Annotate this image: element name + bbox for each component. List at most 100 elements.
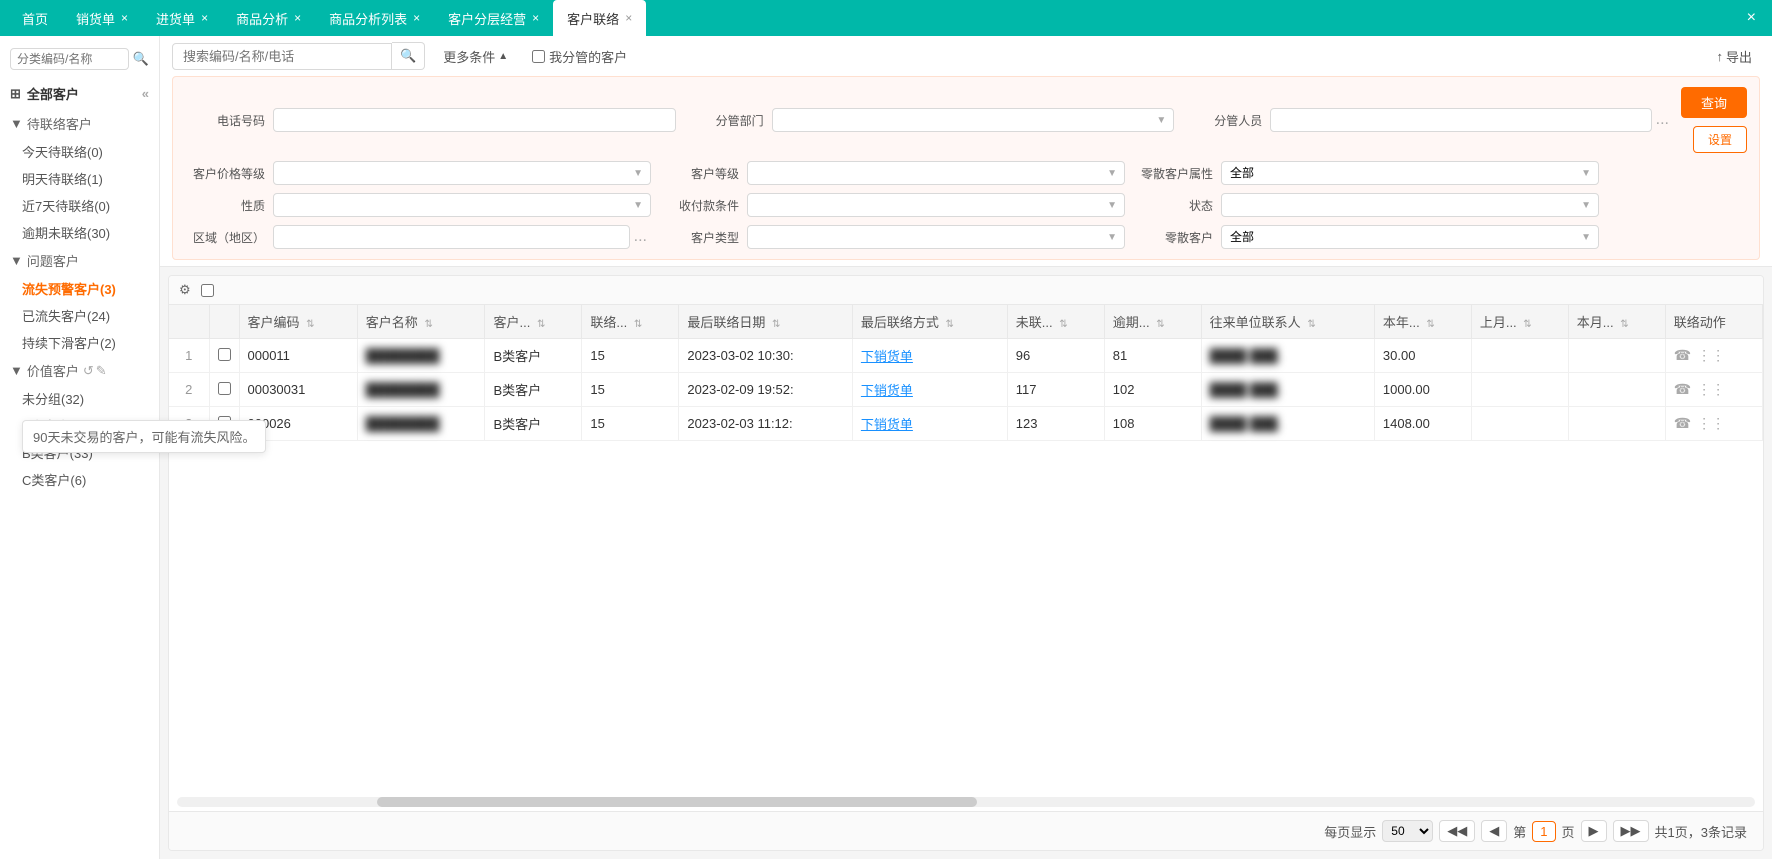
row-method-link-3[interactable]: 下销货单 xyxy=(861,417,913,432)
row-name-2: ████████ xyxy=(357,373,485,407)
table-scroll-area[interactable]: 客户编码 ⇅ 客户名称 ⇅ 客户... ⇅ xyxy=(169,305,1763,793)
row-method-1[interactable]: 下销货单 xyxy=(852,339,1007,373)
collapse-icon[interactable]: « xyxy=(142,86,149,101)
query-button[interactable]: 查询 xyxy=(1681,87,1747,118)
row-method-link-1[interactable]: 下销货单 xyxy=(861,349,913,364)
row-method-link-2[interactable]: 下销货单 xyxy=(861,383,913,398)
sidebar-search-icon[interactable]: 🔍 xyxy=(133,51,149,67)
col-uncontacted[interactable]: 未联... ⇅ xyxy=(1007,305,1104,339)
row-name-3: ████████ xyxy=(357,407,485,441)
sidebar-item-churn-warning[interactable]: 流失预警客户(3) xyxy=(0,275,159,302)
row-checkbox-1[interactable] xyxy=(209,339,239,373)
value-group-edit[interactable]: ✎ xyxy=(96,363,107,379)
tab-product-analysis-list[interactable]: 商品分析列表 × xyxy=(315,0,434,36)
filter-status-select[interactable] xyxy=(1221,193,1599,217)
last-page-button[interactable]: ▶▶ xyxy=(1613,820,1649,842)
filter-phone-input[interactable] xyxy=(273,108,676,132)
filter-region-input[interactable] xyxy=(273,225,630,249)
tab-home[interactable]: 首页 xyxy=(8,0,62,36)
sidebar-item-churned[interactable]: 已流失客户(24) xyxy=(0,302,159,329)
tab-close-purchase[interactable]: × xyxy=(201,11,208,25)
filter-more-conditions-button[interactable]: 更多条件 ▲ xyxy=(435,43,516,70)
sidebar-all-customers[interactable]: ⊞ 全部客户 « xyxy=(0,78,159,109)
tab-purchase-order[interactable]: 进货单 × xyxy=(142,0,222,36)
filter-nature-select[interactable] xyxy=(273,193,651,217)
action-call-1[interactable]: ☎ xyxy=(1674,347,1691,364)
col-customer-type[interactable]: 客户... ⇅ xyxy=(485,305,582,339)
tab-close-sales[interactable]: × xyxy=(121,11,128,25)
sidebar-item-declining[interactable]: 持续下滑客户(2) xyxy=(0,329,159,356)
tab-sales-order[interactable]: 销货单 × xyxy=(62,0,142,36)
col-this-month[interactable]: 本月... ⇅ xyxy=(1568,305,1665,339)
row-select-1[interactable] xyxy=(218,348,231,361)
filter-row-4: 区域（地区） ... 客户类型 ▼ 零散客户 xyxy=(185,225,1747,249)
next-page-button[interactable]: ▶ xyxy=(1581,820,1607,842)
sidebar-group-problem-customer[interactable]: ▼ 问题客户 xyxy=(0,246,159,275)
action-more-2[interactable]: ⋮⋮ xyxy=(1697,381,1725,398)
window-close-button[interactable]: × xyxy=(1739,9,1764,27)
col-last-contact-method[interactable]: 最后联络方式 ⇅ xyxy=(852,305,1007,339)
col-overdue[interactable]: 逾期... ⇅ xyxy=(1104,305,1201,339)
tab-product-analysis[interactable]: 商品分析 × xyxy=(222,0,315,36)
filter-payment-select[interactable] xyxy=(747,193,1125,217)
filter-search-button[interactable]: 🔍 xyxy=(392,42,425,70)
table-settings-gear[interactable]: ⚙ xyxy=(179,282,191,298)
col-customer-name[interactable]: 客户名称 ⇅ xyxy=(357,305,485,339)
action-call-2[interactable]: ☎ xyxy=(1674,381,1691,398)
sidebar-item-7day-contact[interactable]: 近7天待联络(0) xyxy=(0,192,159,219)
first-page-button[interactable]: ◀◀ xyxy=(1439,820,1475,842)
filter-my-customers-checkbox[interactable]: 我分管的客户 xyxy=(532,47,627,66)
my-customers-check[interactable] xyxy=(532,50,545,63)
scroll-thumb[interactable] xyxy=(377,797,977,807)
row-method-3[interactable]: 下销货单 xyxy=(852,407,1007,441)
sidebar-item-tomorrow-contact[interactable]: 明天待联络(1) xyxy=(0,165,159,192)
sidebar-item-c-class[interactable]: C类客户(6) xyxy=(0,466,159,493)
action-more-1[interactable]: ⋮⋮ xyxy=(1697,347,1725,364)
sidebar-item-overdue-contact[interactable]: 逾期未联络(30) xyxy=(0,219,159,246)
row-method-2[interactable]: 下销货单 xyxy=(852,373,1007,407)
row-select-2[interactable] xyxy=(218,382,231,395)
col-this-year[interactable]: 本年... ⇅ xyxy=(1374,305,1471,339)
action-call-3[interactable]: ☎ xyxy=(1674,415,1691,432)
col-last-month[interactable]: 上月... ⇅ xyxy=(1471,305,1568,339)
current-page: 1 xyxy=(1532,821,1555,842)
col-last-contact-date[interactable]: 最后联络日期 ⇅ xyxy=(679,305,853,339)
tab-close-product-list[interactable]: × xyxy=(413,11,420,25)
tab-close-product-analysis[interactable]: × xyxy=(294,11,301,25)
sidebar-search-input[interactable] xyxy=(10,48,129,70)
prev-page-button[interactable]: ◀ xyxy=(1481,820,1507,842)
filter-dept-select[interactable] xyxy=(772,108,1175,132)
table-select-all-checkbox[interactable] xyxy=(201,284,214,297)
tab-close-customer-contact[interactable]: × xyxy=(625,11,632,25)
filter-customer-type-select[interactable] xyxy=(747,225,1125,249)
sidebar-group-value-customer[interactable]: ▼ 价值客户 ↺ ✎ xyxy=(0,356,159,385)
filter-zero-customer-select[interactable]: 全部 xyxy=(1221,225,1599,249)
person-ellipsis[interactable]: ... xyxy=(1652,111,1673,129)
region-ellipsis[interactable]: ... xyxy=(630,228,651,246)
table-toolbar: ⚙ xyxy=(169,276,1763,305)
action-more-3[interactable]: ⋮⋮ xyxy=(1697,415,1725,432)
tab-customer-contact[interactable]: 客户联络 × xyxy=(553,0,646,36)
sidebar-group-pending-contact[interactable]: ▼ 待联络客户 xyxy=(0,109,159,138)
filter-price-level-select[interactable] xyxy=(273,161,651,185)
filter-customer-level-select[interactable] xyxy=(747,161,1125,185)
col-customer-code[interactable]: 客户编码 ⇅ xyxy=(239,305,357,339)
col-contact-person[interactable]: 往来单位联系人 ⇅ xyxy=(1201,305,1374,339)
row-checkbox-2[interactable] xyxy=(209,373,239,407)
filter-zero-attr-select[interactable]: 全部 xyxy=(1221,161,1599,185)
filter-person-input[interactable] xyxy=(1270,108,1651,132)
horizontal-scrollbar[interactable] xyxy=(177,797,1755,807)
col-contact-count[interactable]: 联络... ⇅ xyxy=(582,305,679,339)
settings-button[interactable]: 设置 xyxy=(1693,126,1747,153)
sidebar-item-ungrouped[interactable]: 未分组(32) xyxy=(0,385,159,412)
sidebar-item-today-contact[interactable]: 今天待联络(0) xyxy=(0,138,159,165)
main-layout: 🔍 ⊞ 全部客户 « ▼ 待联络客户 今天待联络(0) 明天待联络(1) 近7天… xyxy=(0,36,1772,859)
sort-icon-code: ⇅ xyxy=(306,319,314,330)
per-page-select[interactable]: 50 100 200 xyxy=(1382,820,1433,842)
value-group-refresh[interactable]: ↺ xyxy=(83,363,94,379)
filter-search-input[interactable] xyxy=(172,43,392,70)
tab-customer-layer[interactable]: 客户分层经营 × xyxy=(434,0,553,36)
tab-close-customer-layer[interactable]: × xyxy=(532,11,539,25)
export-button[interactable]: ↑ 导出 xyxy=(1708,43,1760,70)
sidebar-search-area: 🔍 xyxy=(0,44,159,74)
